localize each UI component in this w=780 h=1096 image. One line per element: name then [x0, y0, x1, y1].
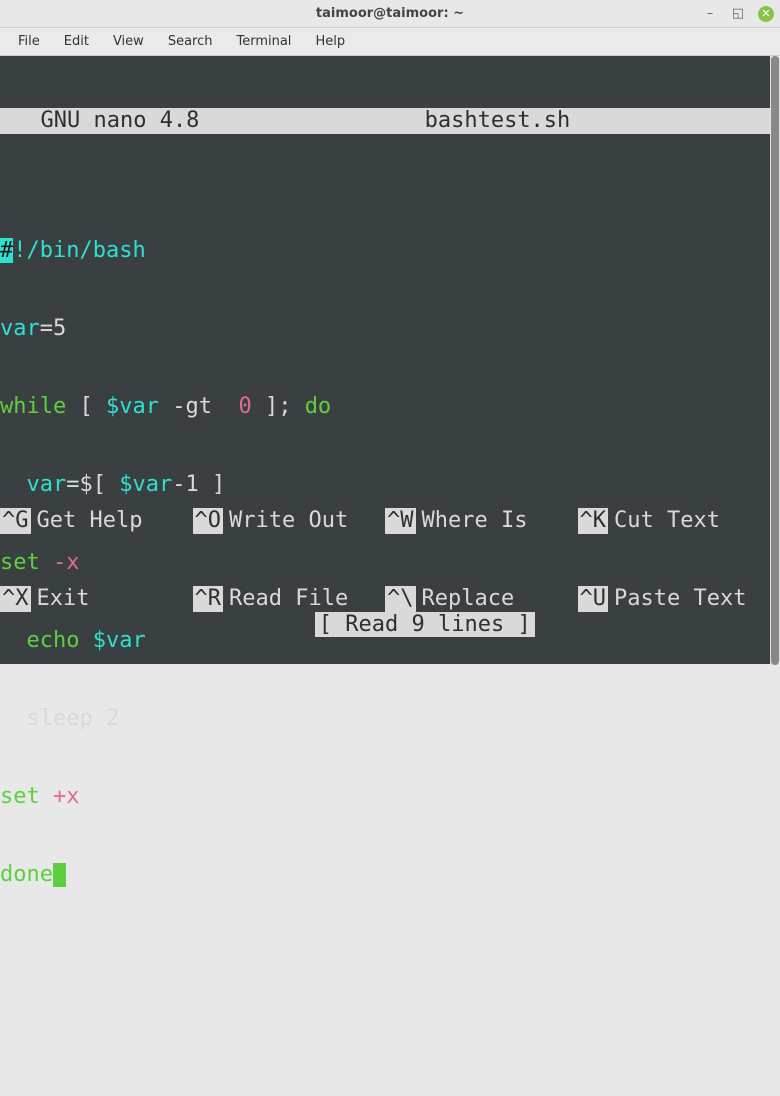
code-line: done	[0, 862, 770, 888]
menu-view[interactable]: View	[101, 30, 156, 53]
nano-shortcuts: ^GGet Help ^OWrite Out ^WWhere Is ^KCut …	[0, 456, 770, 664]
shortcut-get-help[interactable]: ^GGet Help	[0, 508, 193, 534]
code-line: var=5	[0, 316, 770, 342]
shortcut-write-out[interactable]: ^OWrite Out	[193, 508, 386, 534]
code-line: set +x	[0, 784, 770, 810]
code-line: #!/bin/bash	[0, 238, 770, 264]
shortcut-row: ^XExit ^RRead File ^\Replace ^UPaste Tex…	[0, 586, 770, 612]
scrollbar[interactable]	[770, 56, 780, 665]
minimize-button[interactable]: –	[702, 6, 718, 22]
terminal-content: GNU nano 4.8 bashtest.sh #!/bin/bash var…	[0, 56, 770, 664]
shortcut-read-file[interactable]: ^RRead File	[193, 586, 386, 612]
code-line: sleep 2	[0, 706, 770, 732]
maximize-button[interactable]: ◱	[730, 6, 746, 22]
window-title: taimoor@taimoor: ~	[316, 6, 464, 21]
menu-file[interactable]: File	[6, 30, 52, 53]
shortcut-where-is[interactable]: ^WWhere Is	[385, 508, 578, 534]
menu-edit[interactable]: Edit	[52, 30, 101, 53]
window-controls: – ◱ ✕	[702, 6, 774, 22]
shortcut-exit[interactable]: ^XExit	[0, 586, 193, 612]
window-titlebar: taimoor@taimoor: ~ – ◱ ✕	[0, 0, 780, 28]
shortcut-cut-text[interactable]: ^KCut Text	[578, 508, 771, 534]
close-button[interactable]: ✕	[758, 6, 774, 22]
cursor-icon	[53, 863, 66, 887]
shortcut-paste-text[interactable]: ^UPaste Text	[578, 586, 771, 612]
code-line: while [ $var -gt 0 ]; do	[0, 394, 770, 420]
nano-header: GNU nano 4.8 bashtest.sh	[0, 108, 770, 134]
scrollbar-thumb[interactable]	[771, 56, 779, 665]
menu-help[interactable]: Help	[303, 30, 357, 53]
shortcut-row: ^GGet Help ^OWrite Out ^WWhere Is ^KCut …	[0, 508, 770, 534]
menu-terminal[interactable]: Terminal	[224, 30, 303, 53]
shortcut-replace[interactable]: ^\Replace	[385, 586, 578, 612]
menubar: File Edit View Search Terminal Help	[0, 28, 780, 56]
menu-search[interactable]: Search	[156, 30, 225, 53]
terminal-area[interactable]: GNU nano 4.8 bashtest.sh #!/bin/bash var…	[0, 56, 770, 664]
